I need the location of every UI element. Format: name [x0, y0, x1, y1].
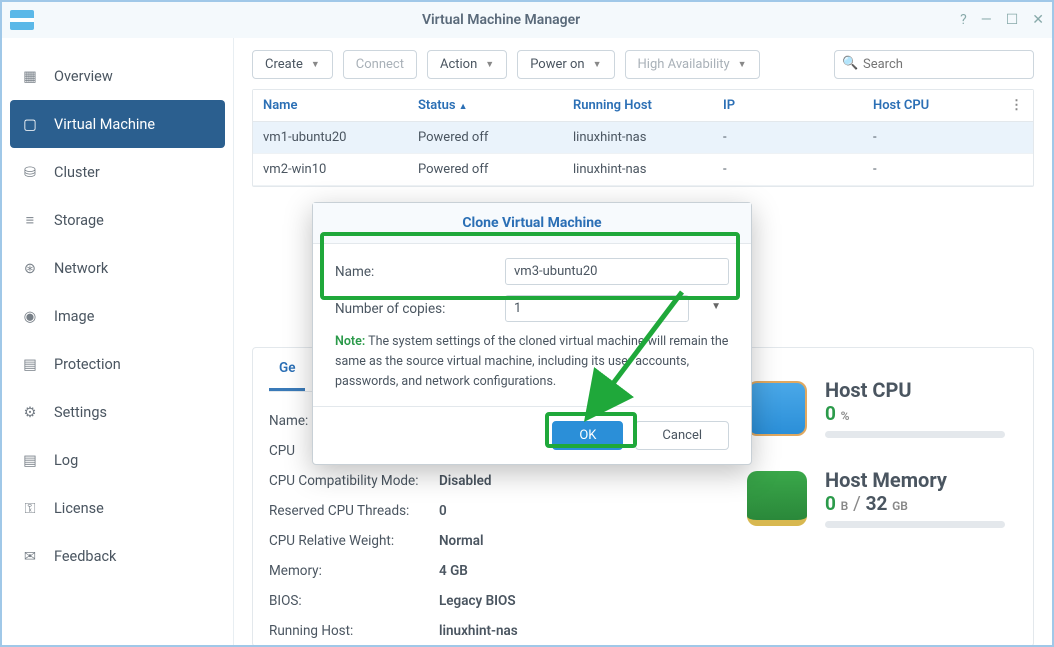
search-wrap: 🔍	[834, 50, 1034, 79]
copies-select[interactable]	[505, 295, 689, 322]
ha-button[interactable]: High Availability▼	[625, 50, 760, 79]
key-icon: ⚿	[20, 499, 40, 517]
ok-button[interactable]: OK	[552, 421, 623, 450]
sidebar-item-feedback[interactable]: ✉ Feedback	[2, 532, 233, 580]
toolbar: Create▼ Connect Action▼ Power on▼ High A…	[252, 50, 1034, 79]
close-icon[interactable]: ✕	[1032, 12, 1044, 28]
sidebar-item-label: Image	[54, 308, 94, 325]
col-cpu[interactable]: Host CPU	[863, 90, 1000, 121]
protection-icon: ▤	[20, 355, 40, 373]
prop-key: Reserved CPU Threads:	[269, 503, 439, 519]
table-header: Name Status▲ Running Host IP Host CPU ⋮	[253, 90, 1033, 122]
cancel-button[interactable]: Cancel	[635, 421, 729, 450]
overview-icon: ▦	[20, 67, 40, 85]
prop-val: Normal	[439, 533, 484, 549]
stat-value: 0 B / 32 GB	[825, 492, 1005, 515]
prop-val: 0	[439, 503, 447, 519]
sort-asc-icon: ▲	[459, 102, 468, 112]
titlebar: Virtual Machine Manager ? — ☐ ✕	[2, 2, 1052, 38]
sidebar-item-label: Network	[54, 260, 108, 277]
table-row[interactable]: vm2-win10 Powered off linuxhint-nas - -	[253, 154, 1033, 186]
sidebar-item-settings[interactable]: ⚙ Settings	[2, 388, 233, 436]
app-icon	[10, 10, 34, 30]
chevron-down-icon: ▼	[593, 59, 602, 70]
cluster-icon: ⛁	[20, 163, 40, 181]
more-columns-icon[interactable]: ⋮	[1000, 90, 1033, 121]
col-ip[interactable]: IP	[713, 90, 863, 121]
sidebar-item-cluster[interactable]: ⛁ Cluster	[2, 148, 233, 196]
table-row[interactable]: vm1-ubuntu20 Powered off linuxhint-nas -…	[253, 122, 1033, 154]
cpu-icon	[747, 381, 807, 436]
col-status[interactable]: Status▲	[408, 90, 563, 121]
stat-value: 0 %	[825, 402, 1005, 425]
tab-general[interactable]: Ge	[269, 348, 305, 391]
power-button[interactable]: Power on▼	[517, 50, 614, 79]
maximize-icon[interactable]: ☐	[1006, 12, 1019, 28]
dialog-title: Clone Virtual Machine	[313, 203, 751, 244]
stat-bar	[825, 431, 1005, 438]
storage-icon: ≡	[20, 211, 40, 229]
connect-button[interactable]: Connect	[343, 50, 417, 79]
sidebar-item-image[interactable]: ◉ Image	[2, 292, 233, 340]
host-memory-stat: Host Memory 0 B / 32 GB	[747, 468, 1017, 528]
network-icon: ⊛	[20, 259, 40, 277]
chevron-down-icon: ▼	[311, 59, 320, 70]
sidebar-item-network[interactable]: ⊛ Network	[2, 244, 233, 292]
window-title: Virtual Machine Manager	[42, 12, 960, 28]
chevron-down-icon: ▼	[711, 301, 721, 312]
sidebar-item-label: Log	[54, 452, 78, 469]
clone-vm-dialog: Clone Virtual Machine Name: Number of co…	[312, 202, 752, 465]
image-icon: ◉	[20, 307, 40, 325]
col-name[interactable]: Name	[253, 90, 408, 121]
copies-label: Number of copies:	[335, 301, 505, 317]
note-text: Note: The system settings of the cloned …	[335, 332, 729, 392]
sidebar-item-label: Overview	[54, 68, 113, 85]
prop-key: Running Host:	[269, 623, 439, 639]
prop-val: Disabled	[439, 473, 491, 489]
host-cpu-stat: Host CPU 0 %	[747, 378, 1017, 438]
sidebar-item-label: Cluster	[54, 164, 100, 181]
sidebar-item-label: Virtual Machine	[54, 116, 155, 133]
memory-icon	[747, 471, 807, 526]
clone-name-input[interactable]	[505, 258, 729, 285]
create-button[interactable]: Create▼	[252, 50, 333, 79]
sidebar-item-license[interactable]: ⚿ License	[2, 484, 233, 532]
sidebar-item-protection[interactable]: ▤ Protection	[2, 340, 233, 388]
sidebar-item-label: Protection	[54, 356, 121, 373]
sidebar-item-label: Feedback	[54, 548, 116, 565]
gear-icon: ⚙	[20, 403, 40, 421]
log-icon: ▤	[20, 451, 40, 469]
stat-bar	[825, 521, 1005, 528]
sidebar-item-label: Storage	[54, 212, 104, 229]
prop-key: BIOS:	[269, 593, 439, 609]
minimize-icon[interactable]: —	[981, 12, 992, 28]
sidebar-item-log[interactable]: ▤ Log	[2, 436, 233, 484]
sidebar-item-label: License	[54, 500, 104, 517]
sidebar-item-overview[interactable]: ▦ Overview	[2, 52, 233, 100]
name-label: Name:	[335, 264, 505, 280]
search-input[interactable]	[834, 50, 1034, 79]
prop-val: Legacy BIOS	[439, 593, 516, 609]
vm-table: Name Status▲ Running Host IP Host CPU ⋮ …	[252, 89, 1034, 187]
mail-icon: ✉	[20, 547, 40, 565]
sidebar: ▦ Overview ▢ Virtual Machine ⛁ Cluster ≡…	[2, 38, 234, 645]
vm-icon: ▢	[20, 115, 40, 133]
prop-key: CPU Compatibility Mode:	[269, 473, 439, 489]
sidebar-item-storage[interactable]: ≡ Storage	[2, 196, 233, 244]
sidebar-item-virtual-machine[interactable]: ▢ Virtual Machine	[10, 100, 225, 148]
prop-val: linuxhint-nas	[439, 623, 518, 639]
help-icon[interactable]: ?	[960, 12, 967, 28]
prop-key: Memory:	[269, 563, 439, 579]
chevron-down-icon: ▼	[485, 59, 494, 70]
stat-label: Host Memory	[825, 468, 1005, 492]
col-host[interactable]: Running Host	[563, 90, 713, 121]
sidebar-item-label: Settings	[54, 404, 107, 421]
action-button[interactable]: Action▼	[427, 50, 507, 79]
chevron-down-icon: ▼	[738, 59, 747, 70]
prop-key: CPU Relative Weight:	[269, 533, 439, 549]
stat-label: Host CPU	[825, 378, 1005, 402]
search-icon: 🔍	[842, 56, 858, 71]
window-controls: ? — ☐ ✕	[960, 12, 1044, 28]
prop-val: 4 GB	[439, 563, 468, 579]
